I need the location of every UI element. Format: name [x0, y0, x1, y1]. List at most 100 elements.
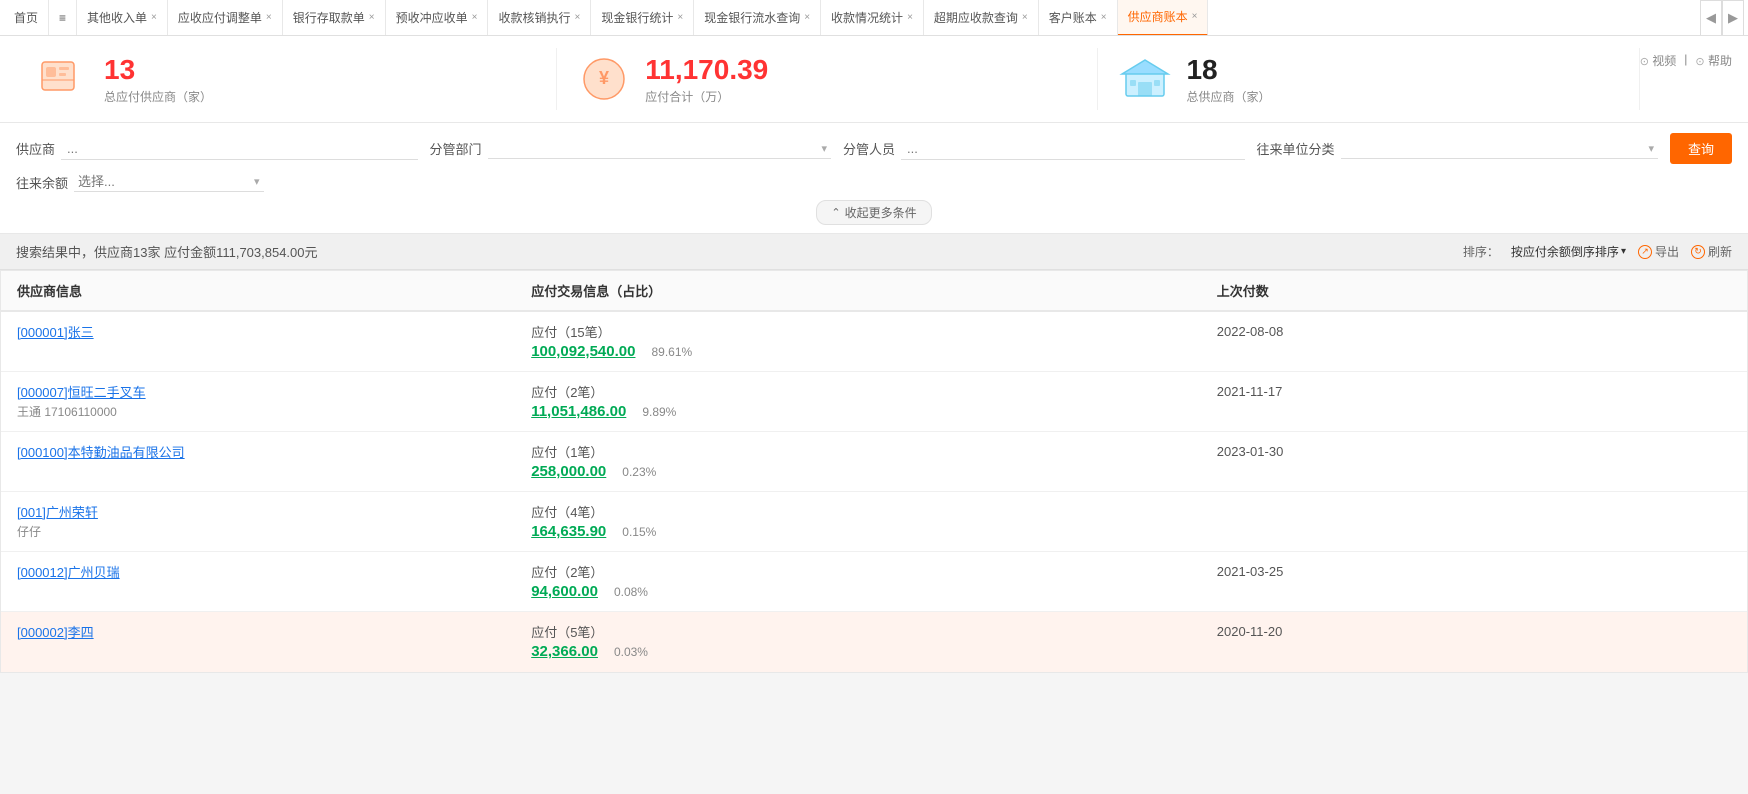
- close-icon[interactable]: ×: [1022, 12, 1028, 23]
- nav-tab-customer-ledger[interactable]: 客户账本 ×: [1039, 0, 1118, 36]
- cell-transaction-info: 应付（4笔） 164,635.90 0.15%: [531, 502, 1217, 540]
- trans-amount[interactable]: 258,000.00: [531, 463, 606, 480]
- trans-amount[interactable]: 94,600.00: [531, 583, 598, 600]
- summary-bar: 13 总应付供应商（家） ¥ 11,170.39 应付合计（万）: [0, 36, 1748, 123]
- balance-filter-select[interactable]: ▾: [74, 172, 264, 192]
- close-icon[interactable]: ×: [1101, 12, 1107, 23]
- nav-tab-receipt-stat[interactable]: 收款情况统计 ×: [821, 0, 924, 36]
- cell-last-payment: [1217, 502, 1731, 504]
- top-navigation: 首页 ≡ 其他收入单 × 应收应付调整单 × 银行存取款单 × 预收冲应收单 ×…: [0, 0, 1748, 36]
- refresh-button[interactable]: ↻ 刷新: [1691, 243, 1732, 260]
- close-icon[interactable]: ×: [472, 12, 478, 23]
- close-icon[interactable]: ×: [677, 12, 683, 23]
- trans-note: 应付（2笔）: [531, 562, 1217, 581]
- filter-row-1: 供应商 分管部门 ▾ 分管人员 往来单位分类 ▾ 查询: [16, 133, 1732, 164]
- nav-tab-menu[interactable]: ≡: [49, 0, 77, 36]
- nav-tab-cash-bank-stat[interactable]: 现金银行统计 ×: [591, 0, 694, 36]
- cell-last-payment: 2021-11-17: [1217, 382, 1731, 399]
- supplier-link[interactable]: [000012]广州贝瑞: [17, 565, 120, 580]
- trans-percent: 0.03%: [614, 645, 648, 659]
- supplier-link[interactable]: [001]广州荣轩: [17, 505, 98, 520]
- trans-note: 应付（15笔）: [531, 322, 1217, 341]
- close-icon[interactable]: ×: [574, 12, 580, 23]
- unit-type-filter-item: 往来单位分类 ▾: [1257, 139, 1659, 159]
- close-icon[interactable]: ×: [151, 12, 157, 23]
- cell-transaction-info: 应付（2笔） 11,051,486.00 9.89%: [531, 382, 1217, 420]
- close-icon[interactable]: ×: [369, 12, 375, 23]
- nav-tab-advance-ar[interactable]: 预收冲应收单 ×: [386, 0, 489, 36]
- trans-note: 应付（4笔）: [531, 502, 1217, 521]
- trans-percent: 0.08%: [614, 585, 648, 599]
- nav-tab-overdue-ar[interactable]: 超期应收款查询 ×: [924, 0, 1039, 36]
- trans-amount[interactable]: 100,092,540.00: [531, 343, 635, 360]
- nav-tab-bank-deposit[interactable]: 银行存取款单 ×: [283, 0, 386, 36]
- total-amount-label: 应付合计（万）: [645, 88, 1077, 105]
- supplier-link[interactable]: [000001]张三: [17, 325, 94, 340]
- supplier-filter-input[interactable]: [61, 138, 417, 160]
- trans-note: 应付（5笔）: [531, 622, 1217, 641]
- nav-tab-other-income[interactable]: 其他收入单 ×: [77, 0, 168, 36]
- trans-amount[interactable]: 32,366.00: [531, 643, 598, 660]
- dept-filter-input[interactable]: [492, 141, 822, 156]
- trans-amount[interactable]: 11,051,486.00: [531, 403, 626, 420]
- supplier-link[interactable]: [000002]李四: [17, 625, 94, 640]
- trans-note: 应付（2笔）: [531, 382, 1217, 401]
- table-row: [000001]张三 应付（15笔） 100,092,540.00 89.61%…: [1, 312, 1747, 372]
- cell-transaction-info: 应付（5笔） 32,366.00 0.03%: [531, 622, 1217, 660]
- result-bar: 搜索结果中，供应商13家 应付金额111,703,854.00元 排序： 按应付…: [0, 234, 1748, 270]
- summary-card-total-suppliers: 18 总供应商（家）: [1098, 48, 1639, 110]
- summary-card-total-amount: ¥ 11,170.39 应付合计（万）: [557, 48, 1098, 110]
- nav-tab-ar-ap-adjust[interactable]: 应收应付调整单 ×: [168, 0, 283, 36]
- close-icon[interactable]: ×: [266, 12, 272, 23]
- supplier-icon: [36, 52, 90, 106]
- close-icon[interactable]: ×: [804, 12, 810, 23]
- nav-tab-supplier-ledger[interactable]: 供应商账本 ×: [1118, 0, 1209, 36]
- filter-bar: 供应商 分管部门 ▾ 分管人员 往来单位分类 ▾ 查询 往来余额: [0, 123, 1748, 234]
- close-icon[interactable]: ×: [1192, 11, 1198, 22]
- dept-filter-item: 分管部门 ▾: [430, 139, 832, 159]
- balance-filter-item: 往来余额 ▾: [16, 172, 236, 192]
- trans-row: 94,600.00 0.08%: [531, 583, 1217, 600]
- refresh-icon: ↻: [1691, 245, 1705, 259]
- nav-prev-arrow[interactable]: ◀: [1700, 0, 1722, 36]
- export-button[interactable]: ↗ 导出: [1638, 243, 1679, 260]
- unit-type-filter-label: 往来单位分类: [1257, 139, 1335, 158]
- nav-arrows: ◀ ▶: [1700, 0, 1744, 36]
- person-filter-item: 分管人员: [843, 138, 1245, 160]
- cell-last-payment: 2022-08-08: [1217, 322, 1731, 339]
- supplier-link[interactable]: [000100]本特勤油品有限公司: [17, 445, 185, 460]
- summary-total-amount-text: 11,170.39 应付合计（万）: [645, 53, 1077, 106]
- cell-supplier-info: [000100]本特勤油品有限公司: [17, 442, 531, 461]
- supplier-sub-info: 王通 17106110000: [17, 403, 531, 420]
- trans-amount[interactable]: 164,635.90: [531, 523, 606, 540]
- video-link[interactable]: ⊙ 视频: [1640, 52, 1677, 69]
- sort-value-button[interactable]: 按应付余额倒序排序 ▾: [1511, 243, 1626, 260]
- close-icon[interactable]: ×: [907, 12, 913, 23]
- collapse-button[interactable]: ⌃ 收起更多条件: [816, 200, 931, 225]
- person-filter-input[interactable]: [901, 138, 1244, 160]
- collapse-btn-wrap: ⌃ 收起更多条件: [16, 200, 1732, 225]
- help-link[interactable]: ⊙ 帮助: [1695, 52, 1732, 69]
- nav-tab-receipt-verify[interactable]: 收款核销执行 ×: [488, 0, 591, 36]
- cell-last-payment: 2021-03-25: [1217, 562, 1731, 579]
- col-header-transaction: 应付交易信息（占比）: [531, 281, 1217, 300]
- dept-filter-select[interactable]: ▾: [488, 139, 831, 159]
- nav-tab-cash-bank-flow[interactable]: 现金银行流水查询 ×: [694, 0, 821, 36]
- trans-note: 应付（1笔）: [531, 442, 1217, 461]
- unit-type-filter-input[interactable]: [1345, 141, 1649, 156]
- query-button[interactable]: 查询: [1670, 133, 1732, 164]
- unit-type-filter-select[interactable]: ▾: [1341, 139, 1658, 159]
- balance-filter-input[interactable]: [78, 174, 254, 189]
- store-icon: [1118, 52, 1172, 106]
- data-table: 供应商信息 应付交易信息（占比） 上次付数 [000001]张三 应付（15笔）…: [0, 270, 1748, 673]
- cell-supplier-info: [000001]张三: [17, 322, 531, 341]
- chevron-down-icon: ▾: [821, 142, 827, 155]
- right-actions: 排序： 按应付余额倒序排序 ▾ ↗ 导出 ↻ 刷新: [1463, 243, 1732, 260]
- nav-tab-home[interactable]: 首页: [4, 0, 49, 36]
- col-header-last-payment: 上次付数: [1217, 281, 1731, 300]
- filter-row-2: 往来余额 ▾: [16, 172, 1732, 192]
- cell-supplier-info: [001]广州荣轩 仔仔: [17, 502, 531, 540]
- supplier-filter-label: 供应商: [16, 139, 55, 158]
- supplier-link[interactable]: [000007]恒旺二手叉车: [17, 385, 146, 400]
- nav-next-arrow[interactable]: ▶: [1722, 0, 1744, 36]
